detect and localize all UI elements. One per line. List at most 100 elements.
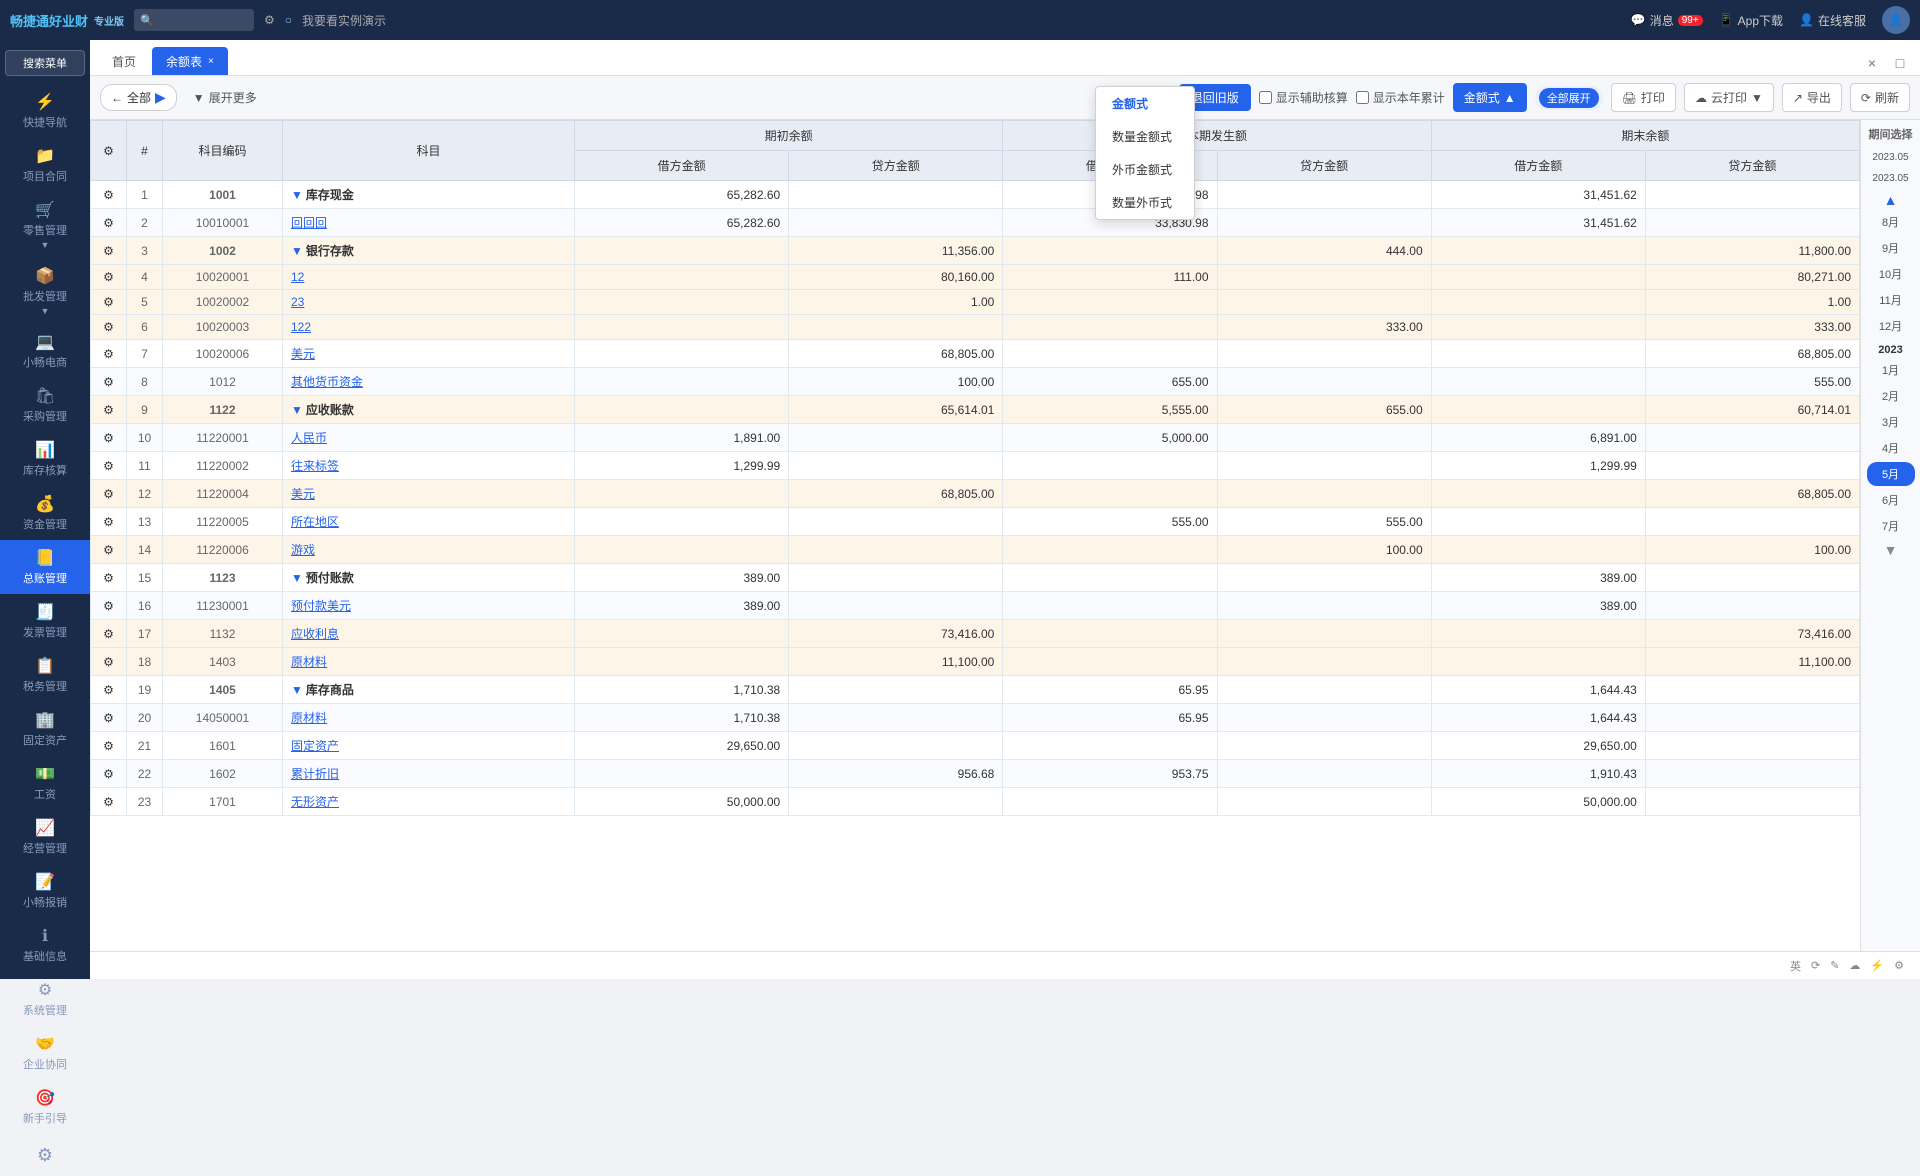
- row-settings[interactable]: ⚙: [91, 424, 127, 452]
- month-3[interactable]: 3月: [1867, 410, 1915, 434]
- window-close-btn[interactable]: ×: [1860, 51, 1884, 75]
- sidebar-item-retail[interactable]: 🛒 零售管理 ▼: [0, 192, 90, 258]
- month-5[interactable]: 5月: [1867, 462, 1915, 486]
- sidebar-item-basic[interactable]: ℹ 基础信息: [0, 918, 90, 972]
- dropdown-item-amount[interactable]: 金额式: [1096, 87, 1194, 120]
- row-name[interactable]: 23: [283, 290, 575, 315]
- status-bolt[interactable]: ⚡: [1870, 959, 1884, 972]
- settings-icon-top[interactable]: ⚙: [264, 13, 275, 27]
- service-btn[interactable]: 👤 在线客服: [1799, 12, 1866, 29]
- show-ytd-checkbox[interactable]: 显示本年累计: [1356, 89, 1445, 106]
- sidebar-item-system[interactable]: ⚙ 系统管理: [0, 972, 90, 1026]
- mode-btn[interactable]: 金额式 ▲: [1453, 83, 1527, 112]
- row-name[interactable]: 预付款美元: [283, 592, 575, 620]
- user-avatar[interactable]: 👤: [1882, 6, 1910, 34]
- sidebar-item-purchase[interactable]: 🛍 采购管理: [0, 378, 90, 432]
- row-name[interactable]: 应收利息: [283, 620, 575, 648]
- sidebar-settings-icon[interactable]: ⚙: [37, 1145, 53, 1166]
- sidebar-item-salary[interactable]: 💵 工资: [0, 756, 90, 810]
- row-name[interactable]: 122: [283, 315, 575, 340]
- row-settings[interactable]: ⚙: [91, 508, 127, 536]
- prev-year-btn[interactable]: ▲: [1863, 190, 1918, 210]
- row-name[interactable]: 累计折旧: [283, 760, 575, 788]
- row-name[interactable]: 原材料: [283, 648, 575, 676]
- message-btn[interactable]: 💬 消息 99+: [1631, 12, 1703, 29]
- dropdown-item-qty-foreign[interactable]: 数量外币式: [1096, 186, 1194, 219]
- row-settings[interactable]: ⚙: [91, 536, 127, 564]
- demo-link[interactable]: ○ 我要看实例演示: [285, 12, 386, 29]
- row-name[interactable]: 固定资产: [283, 732, 575, 760]
- all-filter-btn[interactable]: ← 全部 ▶: [100, 84, 177, 111]
- row-settings[interactable]: ⚙: [91, 181, 127, 209]
- sidebar-item-operations[interactable]: 📈 经营管理: [0, 810, 90, 864]
- row-name[interactable]: 无形资产: [283, 788, 575, 816]
- sidebar-item-sales[interactable]: 📝 小畅报销: [0, 864, 90, 918]
- month-12[interactable]: 12月: [1867, 314, 1915, 338]
- row-settings[interactable]: ⚙: [91, 676, 127, 704]
- sidebar-item-project[interactable]: 📁 项目合同: [0, 138, 90, 192]
- row-settings[interactable]: ⚙: [91, 648, 127, 676]
- sidebar-item-guide[interactable]: 🎯 新手引导: [0, 1080, 90, 1134]
- ytd-checkbox-input[interactable]: [1356, 91, 1369, 104]
- sidebar-item-wholesale[interactable]: 📦 批发管理 ▼: [0, 258, 90, 324]
- tab-home[interactable]: 首页: [98, 47, 150, 75]
- month-9[interactable]: 9月: [1867, 236, 1915, 260]
- sidebar-item-invoice[interactable]: 🧾 发票管理: [0, 594, 90, 648]
- row-name[interactable]: 其他货币资金: [283, 368, 575, 396]
- month-10[interactable]: 10月: [1867, 262, 1915, 286]
- sidebar-item-quick-nav[interactable]: ⚡ 快捷导航: [0, 84, 90, 138]
- row-settings[interactable]: ⚙: [91, 368, 127, 396]
- row-name[interactable]: 往来标签: [283, 452, 575, 480]
- row-name[interactable]: 美元: [283, 480, 575, 508]
- status-refresh[interactable]: ⟳: [1811, 959, 1820, 972]
- row-settings[interactable]: ⚙: [91, 480, 127, 508]
- row-name[interactable]: 人民币: [283, 424, 575, 452]
- app-download-btn[interactable]: 📱 App下载: [1719, 12, 1783, 29]
- next-year-btn[interactable]: ▼: [1863, 540, 1918, 560]
- assist-checkbox-input[interactable]: [1259, 91, 1272, 104]
- row-settings[interactable]: ⚙: [91, 760, 127, 788]
- status-lang[interactable]: 英: [1790, 958, 1801, 974]
- dropdown-item-foreign-amount[interactable]: 外币金额式: [1096, 153, 1194, 186]
- status-edit[interactable]: ✎: [1830, 959, 1839, 972]
- print-btn[interactable]: 🖨 打印: [1611, 83, 1676, 112]
- row-settings[interactable]: ⚙: [91, 732, 127, 760]
- row-settings[interactable]: ⚙: [91, 788, 127, 816]
- row-settings[interactable]: ⚙: [91, 340, 127, 368]
- tab-balance[interactable]: 余额表 ×: [152, 47, 228, 75]
- month-1[interactable]: 1月: [1867, 358, 1915, 382]
- row-settings[interactable]: ⚙: [91, 209, 127, 237]
- sidebar-item-cooperation[interactable]: 🤝 企业协同: [0, 1026, 90, 1080]
- month-11[interactable]: 11月: [1867, 288, 1915, 312]
- row-settings[interactable]: ⚙: [91, 237, 127, 265]
- sidebar-item-assets[interactable]: 🏢 固定资产: [0, 702, 90, 756]
- row-name[interactable]: 所在地区: [283, 508, 575, 536]
- th-settings[interactable]: ⚙: [91, 121, 127, 181]
- row-settings[interactable]: ⚙: [91, 704, 127, 732]
- sidebar-item-ecommerce[interactable]: 💻 小畅电商: [0, 324, 90, 378]
- expand-more-btn[interactable]: ▼ 展开更多: [185, 85, 265, 110]
- dropdown-item-qty-amount[interactable]: 数量金额式: [1096, 120, 1194, 153]
- show-assist-checkbox[interactable]: 显示辅助核算: [1259, 89, 1348, 106]
- period-end[interactable]: 2023.05: [1867, 169, 1915, 188]
- row-settings[interactable]: ⚙: [91, 315, 127, 340]
- row-name[interactable]: 游戏: [283, 536, 575, 564]
- month-8[interactable]: 8月: [1867, 210, 1915, 234]
- month-4[interactable]: 4月: [1867, 436, 1915, 460]
- month-7[interactable]: 7月: [1867, 514, 1915, 538]
- status-cloud[interactable]: ☁: [1849, 959, 1860, 972]
- row-settings[interactable]: ⚙: [91, 620, 127, 648]
- search-bar-mini[interactable]: 🔍: [134, 9, 254, 31]
- row-name[interactable]: 回回回: [283, 209, 575, 237]
- status-gear[interactable]: ⚙: [1894, 959, 1904, 972]
- sidebar-item-tax[interactable]: 📋 税务管理: [0, 648, 90, 702]
- row-name[interactable]: 美元: [283, 340, 575, 368]
- sidebar-item-ledger[interactable]: 📒 总账管理: [0, 540, 90, 594]
- tab-balance-close[interactable]: ×: [208, 56, 214, 67]
- row-name[interactable]: 12: [283, 265, 575, 290]
- cloud-print-btn[interactable]: ☁ 云打印 ▼: [1684, 83, 1774, 112]
- sidebar-item-capital[interactable]: 💰 资金管理: [0, 486, 90, 540]
- row-settings[interactable]: ⚙: [91, 452, 127, 480]
- export-btn[interactable]: ↗ 导出: [1782, 83, 1842, 112]
- row-settings[interactable]: ⚙: [91, 396, 127, 424]
